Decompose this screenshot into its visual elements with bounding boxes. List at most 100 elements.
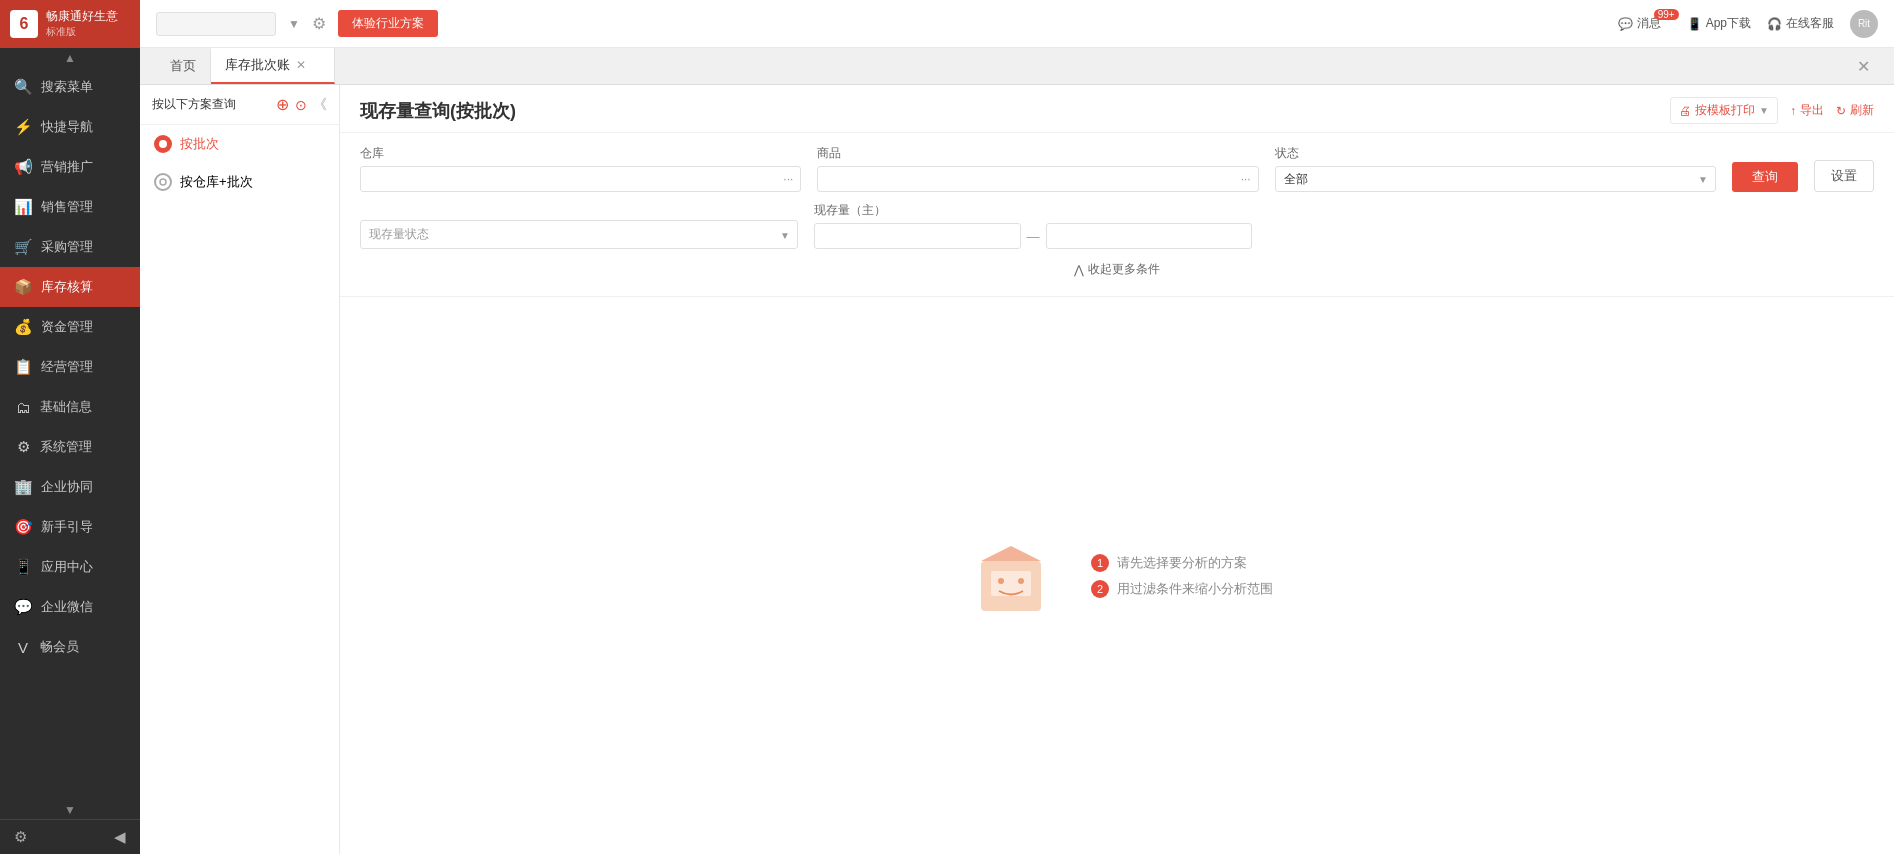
sidebar-item-enterprise[interactable]: 🏢 企业协同: [0, 467, 140, 507]
target-icon: 🎯: [14, 518, 33, 536]
scheme-settings-icon[interactable]: ⊙: [295, 97, 307, 113]
collapse-label: 收起更多条件: [1088, 261, 1160, 278]
scheme-inactive-icon: [154, 173, 172, 191]
schemes-list: 按批次 按仓库+批次: [140, 125, 339, 201]
scheme-item-warehouse-batch[interactable]: 按仓库+批次: [140, 163, 339, 201]
sidebar-item-label: 搜索菜单: [41, 78, 93, 96]
search-icon: 🔍: [14, 78, 33, 96]
status-select[interactable]: 全部 正常 停用: [1275, 166, 1716, 192]
sidebar-item-label: 经营管理: [41, 358, 93, 376]
tabbar: 首页 库存批次账 ✕ ✕: [140, 48, 1894, 85]
product-more-icon[interactable]: ···: [1241, 172, 1251, 186]
stock-qty-label: 现存量（主）: [814, 202, 1252, 219]
svg-point-5: [998, 578, 1004, 584]
refresh-label: 刷新: [1850, 102, 1874, 119]
gear-icon: ⚙: [14, 438, 32, 456]
sidebar-item-apps[interactable]: 📱 应用中心: [0, 547, 140, 587]
sidebar-item-label: 销售管理: [41, 198, 93, 216]
sidebar-item-label: 资金管理: [41, 318, 93, 336]
range-separator: —: [1027, 229, 1040, 244]
warehouse-input[interactable]: [360, 166, 801, 192]
right-panel: 现存量查询(按批次) 🖨 按模板打印 ▼ ↑ 导出 ↻ 刷新: [340, 85, 1894, 854]
messages-badge: 99+: [1654, 9, 1679, 20]
sidebar-scroll-up[interactable]: ▲: [64, 51, 76, 65]
topbar: ▼ ⚙ 体验行业方案 💬 消息 99+ 📱 App下载 🎧 在线客服 Rit: [140, 0, 1894, 48]
sidebar-item-sales[interactable]: 📊 销售管理: [0, 187, 140, 227]
scheme-label: 按仓库+批次: [180, 173, 253, 191]
tab-close-icon[interactable]: ✕: [296, 58, 306, 72]
left-panel: 按以下方案查询 ⊕ ⊙ 《 按批次 按仓库: [140, 85, 340, 854]
empty-step-2: 2 用过滤条件来缩小分析范围: [1091, 580, 1273, 598]
sidebar-item-operations[interactable]: 📋 经营管理: [0, 347, 140, 387]
tab-batch[interactable]: 库存批次账 ✕: [211, 48, 335, 84]
app-name: 畅康通好生意: [46, 9, 118, 25]
sidebar-item-label: 基础信息: [40, 398, 92, 416]
print-dropdown-icon[interactable]: ▼: [1759, 105, 1769, 116]
stock-qty-from[interactable]: [814, 223, 1021, 249]
sidebar-item-newuser[interactable]: 🎯 新手引导: [0, 507, 140, 547]
sidebar-item-finance[interactable]: 💰 资金管理: [0, 307, 140, 347]
settings-button[interactable]: 设置: [1814, 160, 1874, 192]
dropdown-arrow-icon[interactable]: ▼: [288, 17, 300, 31]
chart-icon: 📊: [14, 198, 33, 216]
settings-icon[interactable]: ⚙: [14, 828, 27, 846]
folder-icon: 🗂: [14, 399, 32, 416]
svg-point-1: [160, 179, 166, 185]
product-input[interactable]: [817, 166, 1258, 192]
empty-illustration: [961, 526, 1061, 626]
export-button[interactable]: ↑ 导出: [1790, 102, 1824, 119]
svg-point-6: [1018, 578, 1024, 584]
print-button[interactable]: 🖨 按模板打印 ▼: [1670, 97, 1778, 124]
content-area: 按以下方案查询 ⊕ ⊙ 《 按批次 按仓库: [140, 85, 1894, 854]
online-service-action[interactable]: 🎧 在线客服: [1767, 15, 1834, 32]
tab-home[interactable]: 首页: [156, 49, 211, 83]
sidebar-item-purchase[interactable]: 🛒 采购管理: [0, 227, 140, 267]
phone-download-icon: 📱: [1687, 17, 1702, 31]
sidebar-item-quicknav[interactable]: ⚡ 快捷导航: [0, 107, 140, 147]
collapse-conditions-btn[interactable]: ⋀ 收起更多条件: [360, 255, 1874, 284]
building-icon: 🏢: [14, 478, 33, 496]
scheme-item-batch[interactable]: 按批次: [140, 125, 339, 163]
money-icon: 💰: [14, 318, 33, 336]
messages-action[interactable]: 💬 消息 99+: [1618, 15, 1671, 32]
sidebar-scroll-down[interactable]: ▼: [64, 803, 76, 817]
sidebar-item-marketing[interactable]: 📢 营销推广: [0, 147, 140, 187]
refresh-button[interactable]: ↻ 刷新: [1836, 102, 1874, 119]
sidebar-item-label: 快捷导航: [41, 118, 93, 136]
tab-home-label: 首页: [170, 58, 196, 73]
warehouse-more-icon[interactable]: ···: [783, 172, 793, 186]
empty-state: 1 请先选择要分析的方案 2 用过滤条件来缩小分析范围: [340, 297, 1894, 854]
empty-steps: 1 请先选择要分析的方案 2 用过滤条件来缩小分析范围: [1091, 554, 1273, 598]
stock-status-select[interactable]: 现存量状态 ▼: [360, 220, 798, 249]
online-service-label: 在线客服: [1786, 15, 1834, 32]
stock-qty-to[interactable]: [1046, 223, 1253, 249]
sidebar-item-system[interactable]: ⚙ 系统管理: [0, 427, 140, 467]
sidebar-item-inventory[interactable]: 📦 库存核算: [0, 267, 140, 307]
svg-rect-4: [991, 571, 1031, 596]
sidebar-item-wechat[interactable]: 💬 企业微信: [0, 587, 140, 627]
search-input[interactable]: [156, 12, 276, 36]
sidebar-item-vip[interactable]: V 畅会员: [0, 627, 140, 667]
sidebar-item-search[interactable]: 🔍 搜索菜单: [0, 67, 140, 107]
collapse-panel-icon[interactable]: 《: [313, 96, 327, 114]
sidebar-bottom: ⚙ ◀: [0, 819, 140, 854]
sidebar-item-label: 营销推广: [41, 158, 93, 176]
message-icon: 💬: [1618, 17, 1633, 31]
export-label: 导出: [1800, 102, 1824, 119]
app-download-label: App下载: [1706, 15, 1751, 32]
cart-icon: 🛒: [14, 238, 33, 256]
stock-status-label: 现存量状态: [369, 226, 429, 243]
experience-btn[interactable]: 体验行业方案: [338, 10, 438, 37]
sidebar-item-basics[interactable]: 🗂 基础信息: [0, 387, 140, 427]
export-icon: ↑: [1790, 104, 1796, 118]
collapse-sidebar-icon[interactable]: ◀: [114, 828, 126, 846]
sidebar-logo: 6: [10, 10, 38, 38]
sidebar-item-label: 新手引导: [41, 518, 93, 536]
megaphone-icon: 📢: [14, 158, 33, 176]
settings-gear-icon[interactable]: ⚙: [312, 14, 326, 33]
app-download-action[interactable]: 📱 App下载: [1687, 15, 1751, 32]
panel-close-icon[interactable]: ✕: [1849, 57, 1878, 76]
user-avatar[interactable]: Rit: [1850, 10, 1878, 38]
query-button[interactable]: 查询: [1732, 162, 1798, 192]
add-scheme-icon[interactable]: ⊕: [276, 95, 289, 114]
